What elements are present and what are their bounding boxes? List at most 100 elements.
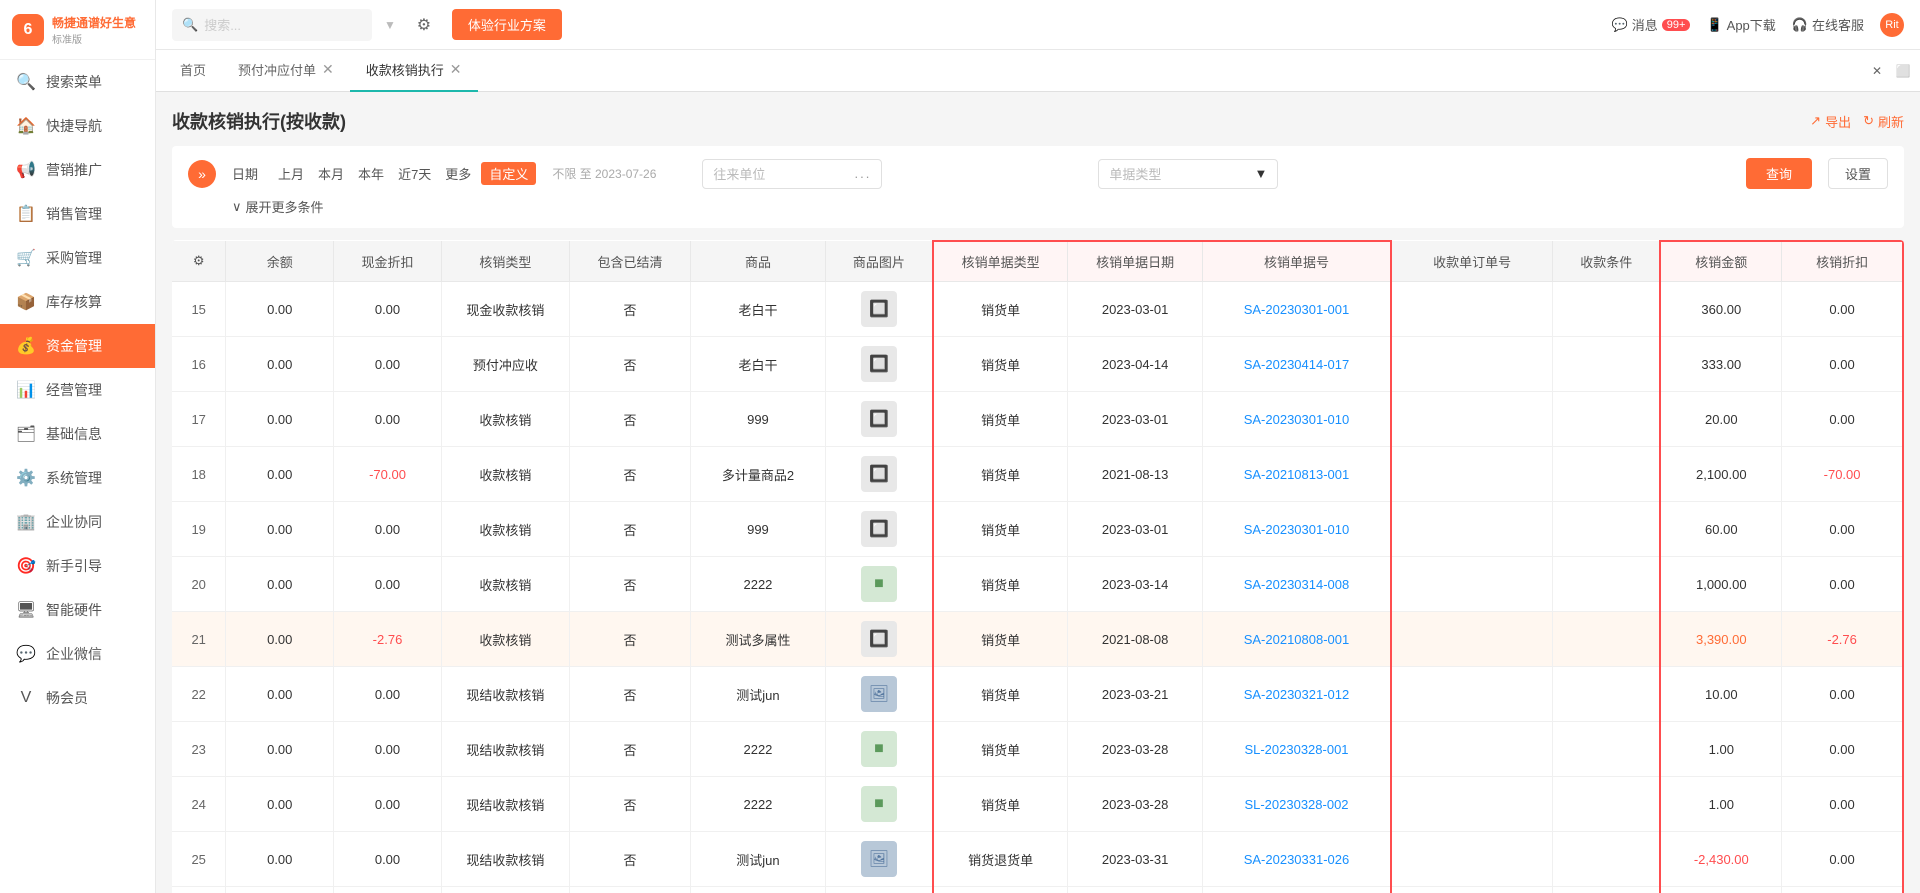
sidebar-item-system[interactable]: ⚙️ 系统管理 [0,456,155,500]
export-button[interactable]: ↗ 导出 [1810,112,1851,131]
sidebar-item-sales[interactable]: 📋 销售管理 [0,192,155,236]
sidebar-label-finance: 资金管理 [46,336,102,356]
col-type-val: 现结收款核销 [441,832,569,887]
service-button[interactable]: 🎧 在线客服 [1792,15,1864,34]
col-verify-bill-type: 核销单据类型 [933,241,1068,282]
col-verify-bill-no-val: SA-20210808-001 [1202,612,1391,667]
window-maximize-btn[interactable]: ⬜ [1894,62,1912,80]
counterpart-select[interactable]: 往来单位 ... [702,159,882,189]
sidebar-item-shortcuts[interactable]: 🏠 快捷导航 [0,104,155,148]
tab-prepay-close[interactable]: ✕ [322,61,334,78]
expand-more-btn[interactable]: ∨ 展开更多条件 [232,197,1888,216]
solution-button[interactable]: 体验行业方案 [452,9,562,40]
col-receipt-condition-val [1553,447,1661,502]
col-cash-discount-val: 0.00 [334,337,442,392]
window-close-btn[interactable]: ✕ [1868,62,1886,80]
col-type-val: 收款核销 [441,557,569,612]
topbar-search[interactable]: 🔍 搜索... [172,9,372,41]
sidebar-item-guide[interactable]: 🎯 新手引导 [0,544,155,588]
col-settled-val: 否 [569,502,690,557]
col-no: 23 [172,722,226,777]
sidebar-item-basic[interactable]: 🗂 基础信息 [0,412,155,456]
table-row: 22 0.00 0.00 现结收款核销 否 测试jun 🖼 销货单 2023-0… [172,667,1903,722]
setting-button[interactable]: 设置 [1828,158,1888,189]
col-goods-val: 2222 [691,557,826,612]
inventory-icon: 📦 [16,292,36,312]
col-settled-val: 否 [569,722,690,777]
col-verify-bill-type-val: 销货单 [933,557,1068,612]
col-verify-bill-date-val: 2023-03-01 [1068,282,1203,337]
col-verify-bill-no-val: SA-20230301-010 [1202,392,1391,447]
col-verify-discount-val: 0.00 [1782,777,1903,832]
last7-btn[interactable]: 近7天 [394,162,435,185]
sidebar-item-search[interactable]: 🔍 搜索菜单 [0,60,155,104]
topbar-gear-icon[interactable]: ⚙ [408,9,440,41]
tab-prepay[interactable]: 预付冲应付单 ✕ [222,50,350,92]
sidebar: 6 畅捷通谱好生意 标准版 🔍 搜索菜单 🏠 快捷导航 📢 营销推广 📋 销售管… [0,0,156,893]
col-verify-amount-val: 360.00 [1660,282,1781,337]
col-settled-val: 否 [569,777,690,832]
col-receipt-condition-val [1553,887,1661,893]
sidebar-item-finance[interactable]: 💰 资金管理 [0,324,155,368]
app-download-button[interactable]: 📱 App下载 [1706,15,1775,34]
col-verify-amount: 核销金额 [1660,241,1781,282]
col-verify-bill-date-val: 2023-03-28 [1068,722,1203,777]
sidebar-item-operation[interactable]: 📊 经营管理 [0,368,155,412]
col-type-val: 现结收款核销 [441,722,569,777]
topbar-dropdown[interactable]: ▼ [384,18,396,32]
refresh-button[interactable]: ↻ 刷新 [1863,112,1904,131]
tab-receipt-close[interactable]: ✕ [450,61,462,78]
sidebar-item-marketing[interactable]: 📢 营销推广 [0,148,155,192]
sidebar-item-hardware[interactable]: 🖥 智能硬件 [0,588,155,632]
col-type-val: 收款核销 [441,447,569,502]
sidebar-label-member: 畅会员 [46,688,88,708]
more-btn[interactable]: 更多 [441,162,475,185]
sidebar-item-corp[interactable]: 🏢 企业协同 [0,500,155,544]
marketing-icon: 📢 [16,160,36,180]
col-balance-val: 0.00 [226,392,334,447]
tab-receipt[interactable]: 收款核销执行 ✕ [350,50,478,92]
col-receipt-order-no-val [1391,777,1553,832]
message-button[interactable]: 💬 消息 99+ [1612,15,1691,34]
col-cash-discount: 现金折扣 [334,241,442,282]
last-month-btn[interactable]: 上月 [274,162,308,185]
col-no: 19 [172,502,226,557]
sidebar-item-purchase[interactable]: 🛒 采购管理 [0,236,155,280]
this-month-btn[interactable]: 本月 [314,162,348,185]
filter-row: » 日期 上月 本月 本年 近7天 更多 自定义 不限 至 2023-07-26… [188,158,1888,189]
col-verify-bill-type-val: 销货退货单 [933,832,1068,887]
col-verify-amount-val: 20.00 [1660,392,1781,447]
custom-btn[interactable]: 自定义 [481,162,536,185]
query-button[interactable]: 查询 [1746,158,1812,189]
sidebar-label-marketing: 营销推广 [46,160,102,180]
col-verify-bill-no-val: SL-20230328-002 [1202,777,1391,832]
basic-icon: 🗂 [16,424,36,444]
filter-bar: » 日期 上月 本月 本年 近7天 更多 自定义 不限 至 2023-07-26… [172,146,1904,228]
col-no: 17 [172,392,226,447]
user-avatar[interactable]: Rit [1880,13,1904,37]
col-verify-amount-val: 2,100.00 [1660,447,1781,502]
tab-home[interactable]: 首页 [164,50,222,92]
filter-expand-button[interactable]: » [188,160,216,188]
col-balance-val: 0.00 [226,557,334,612]
col-config[interactable]: ⚙ [172,241,226,282]
this-year-btn[interactable]: 本年 [354,162,388,185]
col-settled-val: 否 [569,282,690,337]
message-icon: 💬 [1612,17,1628,33]
sidebar-item-inventory[interactable]: 📦 库存核算 [0,280,155,324]
col-verify-bill-no-val: SL-20230328-001 [1202,722,1391,777]
chevron-down-icon: ∨ [232,199,242,215]
col-no: 22 [172,667,226,722]
col-settled-val: 否 [569,447,690,502]
col-goods-img-val: ■ [825,777,933,832]
col-verify-amount-val: 1.00 [1660,722,1781,777]
voucher-type-select[interactable]: 单据类型 ▼ [1098,159,1278,189]
col-receipt-condition-val [1553,502,1661,557]
sidebar-item-wechat[interactable]: 💬 企业微信 [0,632,155,676]
sidebar-item-member[interactable]: V 畅会员 [0,676,155,720]
col-verify-bill-type-val: 销货单 [933,502,1068,557]
table-row: 17 0.00 0.00 收款核销 否 999 🔲 销货单 2023-03-01… [172,392,1903,447]
col-no: 20 [172,557,226,612]
col-settled-val: 否 [569,557,690,612]
content-area: 收款核销执行(按收款) ↗ 导出 ↻ 刷新 » 日期 上月 本月 [156,92,1920,893]
